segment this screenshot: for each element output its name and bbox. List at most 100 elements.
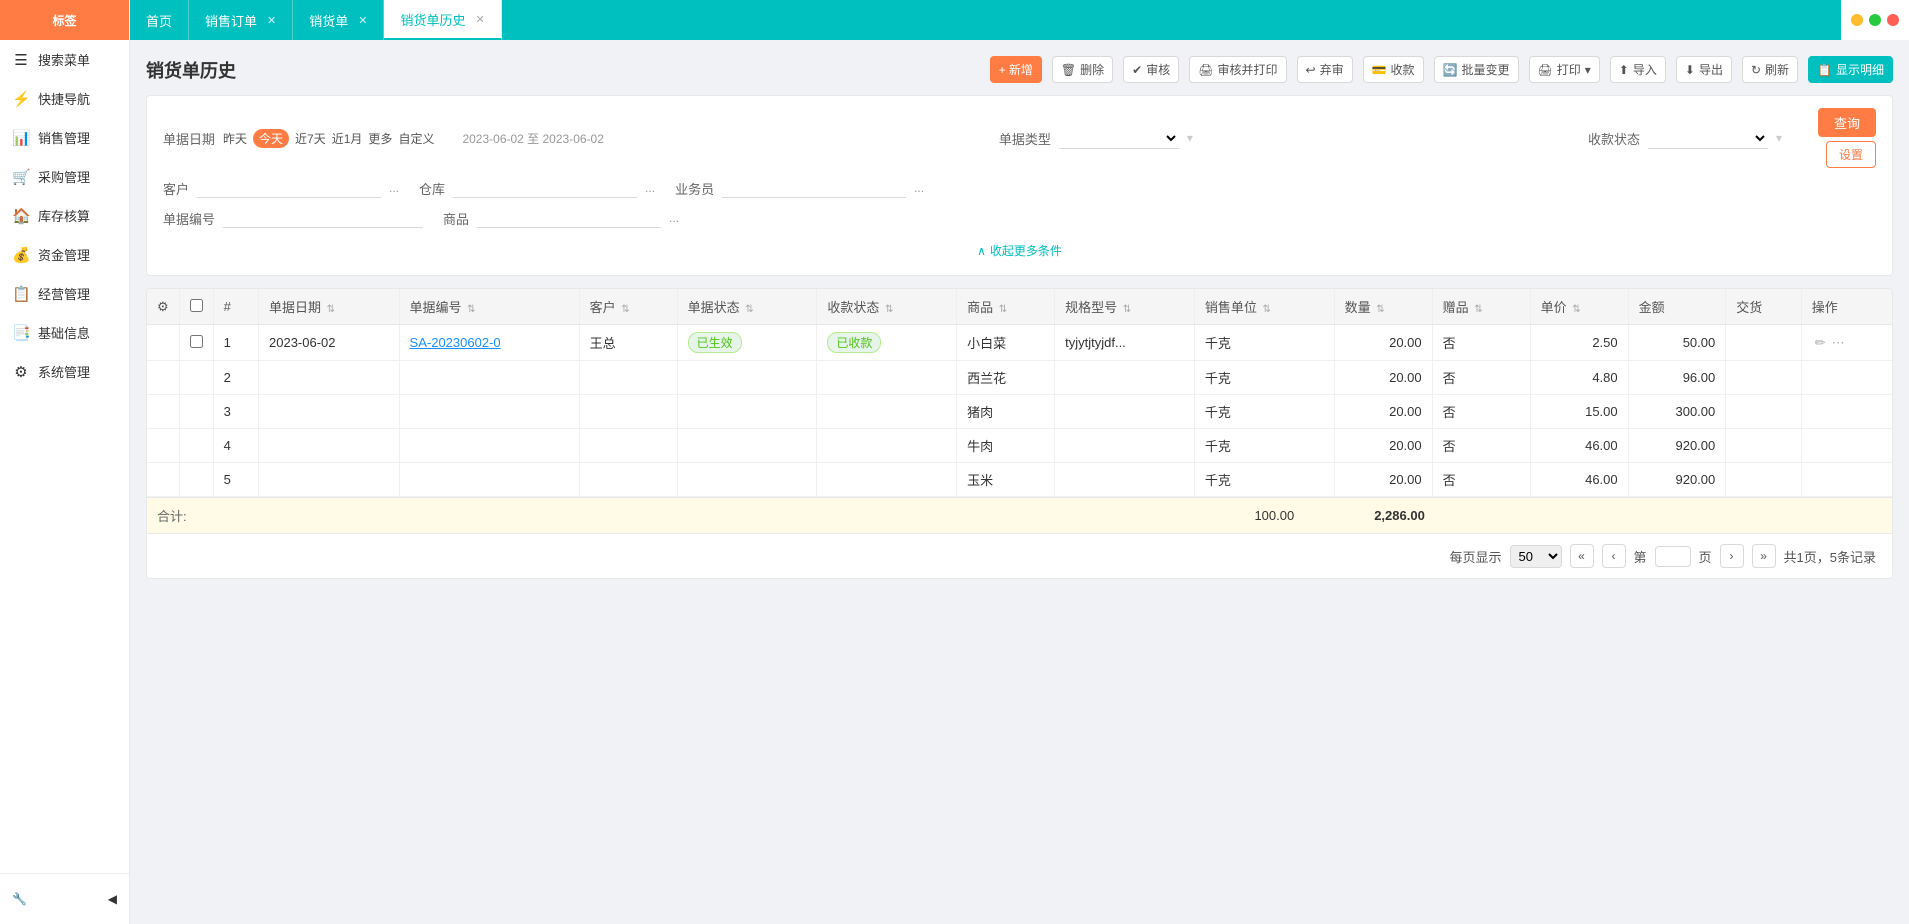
- qty-column-header[interactable]: 数量 ⇅: [1334, 289, 1432, 325]
- page-prev-btn[interactable]: ‹: [1602, 544, 1626, 568]
- sidebar-item-ops-mgmt[interactable]: 📋 经营管理: [0, 274, 129, 313]
- sidebar-item-quick-nav[interactable]: ⚡ 快捷导航: [0, 79, 129, 118]
- row-date: [259, 429, 400, 463]
- action-column-header: 操作: [1801, 289, 1892, 325]
- audit-print-button[interactable]: 🖨 审核并打印: [1189, 56, 1286, 83]
- sidebar-item-sales-mgmt[interactable]: 📊 销售管理: [0, 118, 129, 157]
- sidebar-item-fund-mgmt[interactable]: 💰 资金管理: [0, 235, 129, 274]
- tab-sales-delivery[interactable]: 销货单 ✕: [293, 0, 384, 40]
- delete-icon: 🗑: [1061, 63, 1076, 77]
- refresh-button[interactable]: ↻ 刷新: [1742, 56, 1798, 83]
- delete-button[interactable]: 🗑 删除: [1052, 56, 1113, 83]
- more-icon[interactable]: ⋯: [1829, 335, 1848, 350]
- abandon-button[interactable]: ↩ 弃审: [1297, 56, 1353, 83]
- customer-dots[interactable]: ...: [389, 181, 399, 195]
- gear-column-header[interactable]: ⚙: [147, 289, 179, 325]
- customer-input[interactable]: [197, 178, 381, 198]
- summary-total-qty: 100.00: [674, 508, 1374, 523]
- row-collect-status: [817, 361, 957, 395]
- seq-column-header: #: [213, 289, 258, 325]
- per-page-select[interactable]: 50 20 100: [1510, 545, 1562, 568]
- goods-dots[interactable]: ...: [669, 211, 679, 225]
- new-button[interactable]: + 新增: [990, 56, 1042, 83]
- collect-button[interactable]: 💳 收款: [1363, 56, 1424, 83]
- spec-column-header[interactable]: 规格型号 ⇅: [1055, 289, 1195, 325]
- import-button[interactable]: ⬆ 导入: [1610, 56, 1666, 83]
- sidebar-item-sys-mgmt[interactable]: ⚙ 系统管理: [0, 352, 129, 391]
- pagination: 每页显示 50 20 100 « ‹ 第 1 页 › » 共1页，5条记录: [147, 533, 1892, 578]
- sidebar-item-base-info[interactable]: 📑 基础信息: [0, 313, 129, 352]
- query-set-area: 查询 设置: [1818, 108, 1876, 168]
- row-spec: tyjytjtyjdf...: [1055, 325, 1195, 361]
- docno-column-header[interactable]: 单据编号 ⇅: [399, 289, 579, 325]
- row-collect-status: [817, 395, 957, 429]
- row-customer: 王总: [579, 325, 677, 361]
- print-dropdown-icon: ▾: [1585, 63, 1591, 77]
- shortcut-custom[interactable]: 自定义: [398, 130, 434, 147]
- row-unit-price: 4.80: [1530, 361, 1628, 395]
- customer-label: 客户: [163, 179, 189, 198]
- unit-price-column-header[interactable]: 单价 ⇅: [1530, 289, 1628, 325]
- shortcut-more[interactable]: 更多: [368, 130, 392, 147]
- per-page-label: 每页显示: [1449, 547, 1501, 566]
- batch-change-button[interactable]: 🔄 批量变更: [1434, 56, 1519, 83]
- close-sales-order-tab[interactable]: ✕: [267, 14, 276, 27]
- set-button[interactable]: 设置: [1826, 141, 1876, 168]
- collect-status-select[interactable]: [1648, 127, 1768, 149]
- warehouse-input[interactable]: [453, 178, 637, 198]
- unit-column-header[interactable]: 销售单位 ⇅: [1194, 289, 1334, 325]
- page-label: 第: [1634, 547, 1647, 566]
- goods-column-header[interactable]: 商品 ⇅: [957, 289, 1055, 325]
- page-last-btn[interactable]: »: [1752, 544, 1776, 568]
- row-doc-status: 已生效: [677, 325, 817, 361]
- doc-status-column-header[interactable]: 单据状态 ⇅: [677, 289, 817, 325]
- collapse-icon[interactable]: ◀: [108, 892, 117, 906]
- row-checkbox[interactable]: [190, 335, 203, 348]
- quick-nav-icon: ⚡: [12, 90, 30, 108]
- doc-no-link[interactable]: SA-20230602-0: [410, 335, 501, 350]
- customer-column-header[interactable]: 客户 ⇅: [579, 289, 677, 325]
- edit-icon[interactable]: ✏: [1812, 335, 1829, 350]
- sidebar-item-search-menu[interactable]: ☰ 搜索菜单: [0, 40, 129, 79]
- sidebar-bottom-controls[interactable]: 🔧 ◀: [0, 882, 129, 916]
- sidebar-item-purchase-mgmt[interactable]: 🛒 采购管理: [0, 157, 129, 196]
- main-area: 首页 销售订单 ✕ 销货单 ✕ 销货单历史 ✕ 销货单历史 + 新增: [130, 0, 1909, 924]
- collect-status-column-header[interactable]: 收款状态 ⇅: [817, 289, 957, 325]
- shortcut-1month[interactable]: 近1月: [332, 130, 363, 147]
- sidebar-item-stock-calc[interactable]: 🏠 库存核算: [0, 196, 129, 235]
- minimize-btn[interactable]: [1851, 14, 1863, 26]
- shortcut-today[interactable]: 今天: [253, 129, 289, 148]
- row-gear-cell: [147, 395, 179, 429]
- tab-sales-order[interactable]: 销售订单 ✕: [189, 0, 293, 40]
- staff-input[interactable]: [722, 178, 906, 198]
- date-column-header[interactable]: 单据日期 ⇅: [259, 289, 400, 325]
- row-customer: [579, 395, 677, 429]
- page-next-btn[interactable]: ›: [1720, 544, 1744, 568]
- doc-type-select[interactable]: [1059, 127, 1179, 149]
- goods-input[interactable]: [477, 208, 661, 228]
- shortcut-7days[interactable]: 近7天: [295, 130, 326, 147]
- maximize-btn[interactable]: [1869, 14, 1881, 26]
- page-first-btn[interactable]: «: [1570, 544, 1594, 568]
- print-button[interactable]: 🖨 打印 ▾: [1529, 56, 1600, 83]
- collapse-filter-btn[interactable]: ∧ 收起更多条件: [163, 238, 1876, 263]
- close-sales-history-tab[interactable]: ✕: [476, 13, 485, 26]
- export-button[interactable]: ⬇ 导出: [1676, 56, 1732, 83]
- close-sales-delivery-tab[interactable]: ✕: [358, 14, 367, 27]
- close-btn[interactable]: [1887, 14, 1899, 26]
- select-all-checkbox[interactable]: [190, 299, 203, 312]
- audit-button[interactable]: ✔ 审核: [1123, 56, 1179, 83]
- tab-sales-history[interactable]: 销货单历史 ✕: [384, 0, 501, 40]
- row-spec: [1055, 395, 1195, 429]
- staff-dots[interactable]: ...: [914, 181, 924, 195]
- collect-status-chevron: ▾: [1776, 131, 1782, 145]
- docno-input[interactable]: [223, 208, 423, 228]
- show-detail-button[interactable]: 📋 显示明细: [1808, 56, 1893, 83]
- shortcut-yesterday[interactable]: 昨天: [223, 130, 247, 147]
- warehouse-dots[interactable]: ...: [645, 181, 655, 195]
- gift-column-header[interactable]: 赠品 ⇅: [1432, 289, 1530, 325]
- refresh-icon: ↻: [1751, 63, 1761, 77]
- page-input[interactable]: 1: [1655, 546, 1691, 567]
- tab-home[interactable]: 首页: [130, 0, 189, 40]
- query-button[interactable]: 查询: [1818, 108, 1876, 137]
